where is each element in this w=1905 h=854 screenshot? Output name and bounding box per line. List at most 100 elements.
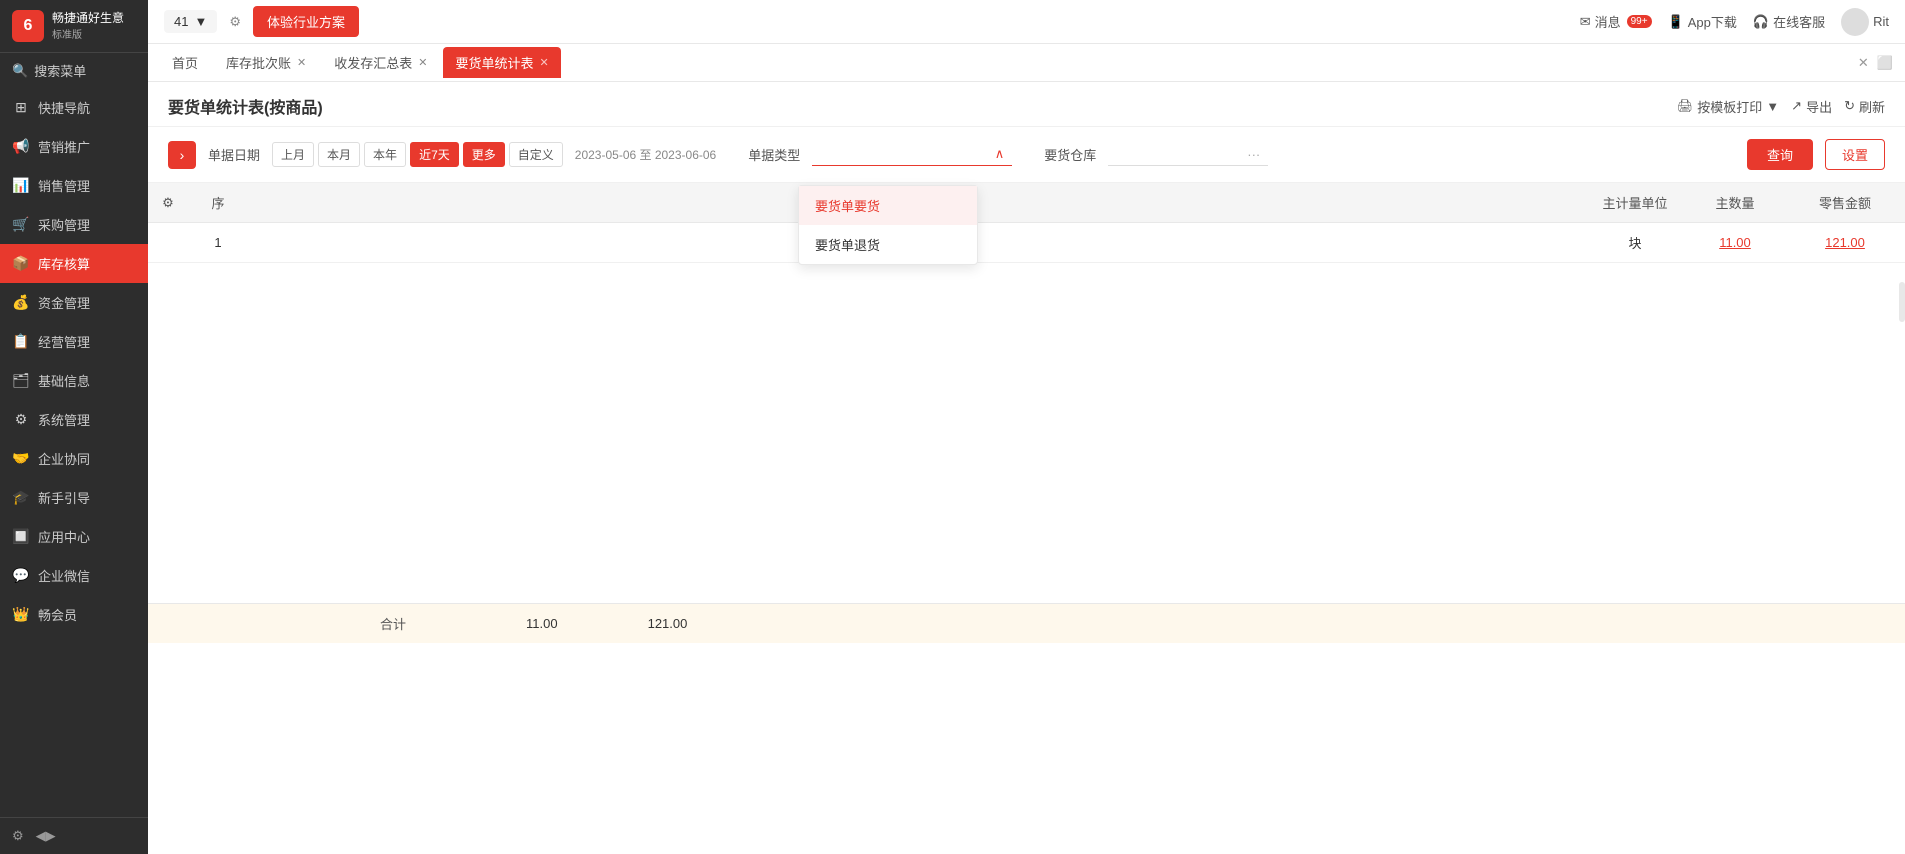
member-icon: 👑 — [12, 606, 30, 623]
store-name: 41 — [174, 14, 188, 29]
window-close-icon[interactable]: ✕ — [1858, 55, 1869, 71]
data-table: ⚙ 序 商品 主计量单位 主数量 零售金额 1 — [148, 183, 1905, 263]
type-dropdown: 要货单要货 要货单退货 — [798, 185, 978, 265]
sidebar-item-label: 经营管理 — [38, 332, 90, 351]
col-settings-header[interactable]: ⚙ — [148, 183, 188, 223]
trial-industry-button[interactable]: 体验行业方案 — [253, 6, 359, 37]
sidebar-item-appstore[interactable]: 🔲 应用中心 — [0, 517, 148, 556]
logo-icon: 6 — [12, 10, 44, 42]
col-no-header: 序 — [188, 183, 248, 223]
chevron-right-icon: › — [180, 147, 185, 163]
sidebar-item-sales[interactable]: 📊 销售管理 — [0, 166, 148, 205]
filter-toggle-button[interactable]: › — [168, 141, 196, 169]
tab-home[interactable]: 首页 — [160, 47, 210, 78]
window-restore-icon[interactable]: ⬜ — [1877, 55, 1893, 71]
sidebar-settings-icon[interactable]: ⚙ — [12, 828, 24, 844]
sidebar-item-label: 应用中心 — [38, 527, 90, 546]
sidebar-search[interactable]: 🔍 搜索菜单 — [0, 53, 148, 88]
print-icon: 🖨 — [1677, 98, 1694, 114]
custom-button[interactable]: 自定义 — [509, 142, 563, 167]
filter-bar: › 单据日期 上月 本月 本年 近7天 更多 自定义 2023-05-06 至 … — [148, 127, 1905, 183]
tabbar: 首页 库存批次账 ✕ 收发存汇总表 ✕ 要货单统计表 ✕ ✕ ⬜ — [148, 44, 1905, 82]
sidebar-item-label: 企业协同 — [38, 449, 90, 468]
page-title: 要货单统计表(按商品) — [168, 94, 323, 118]
close-inventory-batch-icon[interactable]: ✕ — [297, 56, 306, 69]
footer-qty: 11.00 — [406, 616, 558, 631]
sidebar-item-member[interactable]: 👑 畅会员 — [0, 595, 148, 634]
type-select-chevron-icon: ∧ — [995, 146, 1005, 162]
finance-icon: 💰 — [12, 294, 30, 311]
export-button[interactable]: ↗ 导出 — [1791, 97, 1832, 116]
sidebar-collapse-icon[interactable]: ◀▶ — [36, 828, 56, 844]
date-buttons: 上月 本月 本年 近7天 更多 自定义 — [272, 142, 563, 167]
user-name: Rit — [1873, 14, 1889, 29]
online-service-item[interactable]: 🎧 在线客服 — [1753, 12, 1825, 31]
table-wrapper: ⚙ 序 商品 主计量单位 主数量 零售金额 1 — [148, 183, 1905, 263]
sidebar-item-inventory[interactable]: 📦 库存核算 — [0, 244, 148, 283]
page-actions: 🖨 按模板打印 ▼ ↗ 导出 ↻ 刷新 — [1677, 97, 1885, 116]
type-select[interactable]: ∧ — [812, 143, 1012, 166]
row-settings-cell — [148, 223, 188, 263]
logo-area: 6 畅捷通好生意 标准版 — [0, 0, 148, 53]
guide-icon: 🎓 — [12, 489, 30, 506]
dropdown-item-order-return-label: 要货单退货 — [815, 238, 880, 253]
store-selector[interactable]: 41 ▼ — [164, 10, 217, 33]
export-icon: ↗ — [1791, 98, 1802, 114]
user-avatar — [1841, 8, 1869, 36]
user-item[interactable]: Rit — [1841, 8, 1889, 36]
sidebar-item-purchase[interactable]: 🛒 采购管理 — [0, 205, 148, 244]
tab-window-buttons: ✕ ⬜ — [1858, 55, 1893, 71]
sales-icon: 📊 — [12, 177, 30, 194]
prev-month-button[interactable]: 上月 — [272, 142, 314, 167]
scroll-indicator — [1899, 282, 1905, 322]
wechat-icon: 💬 — [12, 567, 30, 584]
sidebar-item-label: 畅会员 — [38, 605, 77, 624]
sidebar-item-base[interactable]: 🗂 基础信息 — [0, 361, 148, 400]
this-month-button[interactable]: 本月 — [318, 142, 360, 167]
sidebar-item-finance[interactable]: 💰 资金管理 — [0, 283, 148, 322]
dropdown-item-order-goods[interactable]: 要货单要货 — [799, 186, 977, 225]
tab-order-stats[interactable]: 要货单统计表 ✕ — [443, 47, 560, 78]
warehouse-select[interactable]: ··· — [1108, 144, 1268, 166]
app-download-item[interactable]: 📱 App下载 — [1668, 12, 1737, 31]
recent7-button[interactable]: 近7天 — [410, 142, 459, 167]
enterprise-icon: 🤝 — [12, 450, 30, 467]
appstore-icon: 🔲 — [12, 528, 30, 545]
table-row: 1 块 11.00 121.00 — [148, 223, 1905, 263]
warehouse-more-icon[interactable]: ··· — [1247, 147, 1260, 162]
close-receive-summary-icon[interactable]: ✕ — [418, 56, 427, 69]
export-label: 导出 — [1806, 97, 1832, 116]
query-button[interactable]: 查询 — [1747, 139, 1813, 170]
settings-button[interactable]: 设置 — [1825, 139, 1885, 170]
topbar: 41 ▼ ⚙ 体验行业方案 ✉ 消息 99+ 📱 App下载 🎧 在线客服 R — [148, 0, 1905, 44]
sidebar-item-wechat[interactable]: 💬 企业微信 — [0, 556, 148, 595]
more-button[interactable]: 更多 — [463, 142, 505, 167]
table-header-row: ⚙ 序 商品 主计量单位 主数量 零售金额 — [148, 183, 1905, 223]
sidebar-item-business[interactable]: 📋 经营管理 — [0, 322, 148, 361]
page: 要货单统计表(按商品) 🖨 按模板打印 ▼ ↗ 导出 ↻ 刷新 — [148, 82, 1905, 854]
logo-text-area: 畅捷通好生意 标准版 — [52, 11, 124, 42]
settings-gear-icon[interactable]: ⚙ — [229, 14, 241, 30]
close-order-stats-icon[interactable]: ✕ — [540, 56, 549, 69]
business-icon: 📋 — [12, 333, 30, 350]
row-amount-value[interactable]: 121.00 — [1825, 235, 1865, 250]
tab-inventory-batch[interactable]: 库存批次账 ✕ — [214, 47, 318, 78]
sidebar-item-label: 新手引导 — [38, 488, 90, 507]
logo-sub: 标准版 — [52, 26, 124, 41]
sidebar-item-guide[interactable]: 🎓 新手引导 — [0, 478, 148, 517]
refresh-button[interactable]: ↻ 刷新 — [1844, 97, 1885, 116]
messages-item[interactable]: ✉ 消息 99+ — [1580, 12, 1652, 31]
row-qty-value[interactable]: 11.00 — [1719, 235, 1751, 250]
topbar-left: 41 ▼ ⚙ 体验行业方案 — [164, 6, 359, 37]
sidebar-item-marketing[interactable]: 📢 营销推广 — [0, 127, 148, 166]
print-template-label: 按模板打印 — [1697, 97, 1762, 116]
tab-receive-summary[interactable]: 收发存汇总表 ✕ — [322, 47, 439, 78]
sidebar-item-enterprise[interactable]: 🤝 企业协同 — [0, 439, 148, 478]
home-tab-label: 首页 — [172, 53, 198, 72]
dropdown-item-order-return[interactable]: 要货单退货 — [799, 225, 977, 264]
sidebar-item-quick-nav[interactable]: ⊞ 快捷导航 — [0, 88, 148, 127]
print-template-button[interactable]: 🖨 按模板打印 ▼ — [1677, 97, 1779, 116]
sidebar-item-system[interactable]: ⚙ 系统管理 — [0, 400, 148, 439]
sidebar-item-label: 营销推广 — [38, 137, 90, 156]
this-year-button[interactable]: 本年 — [364, 142, 406, 167]
